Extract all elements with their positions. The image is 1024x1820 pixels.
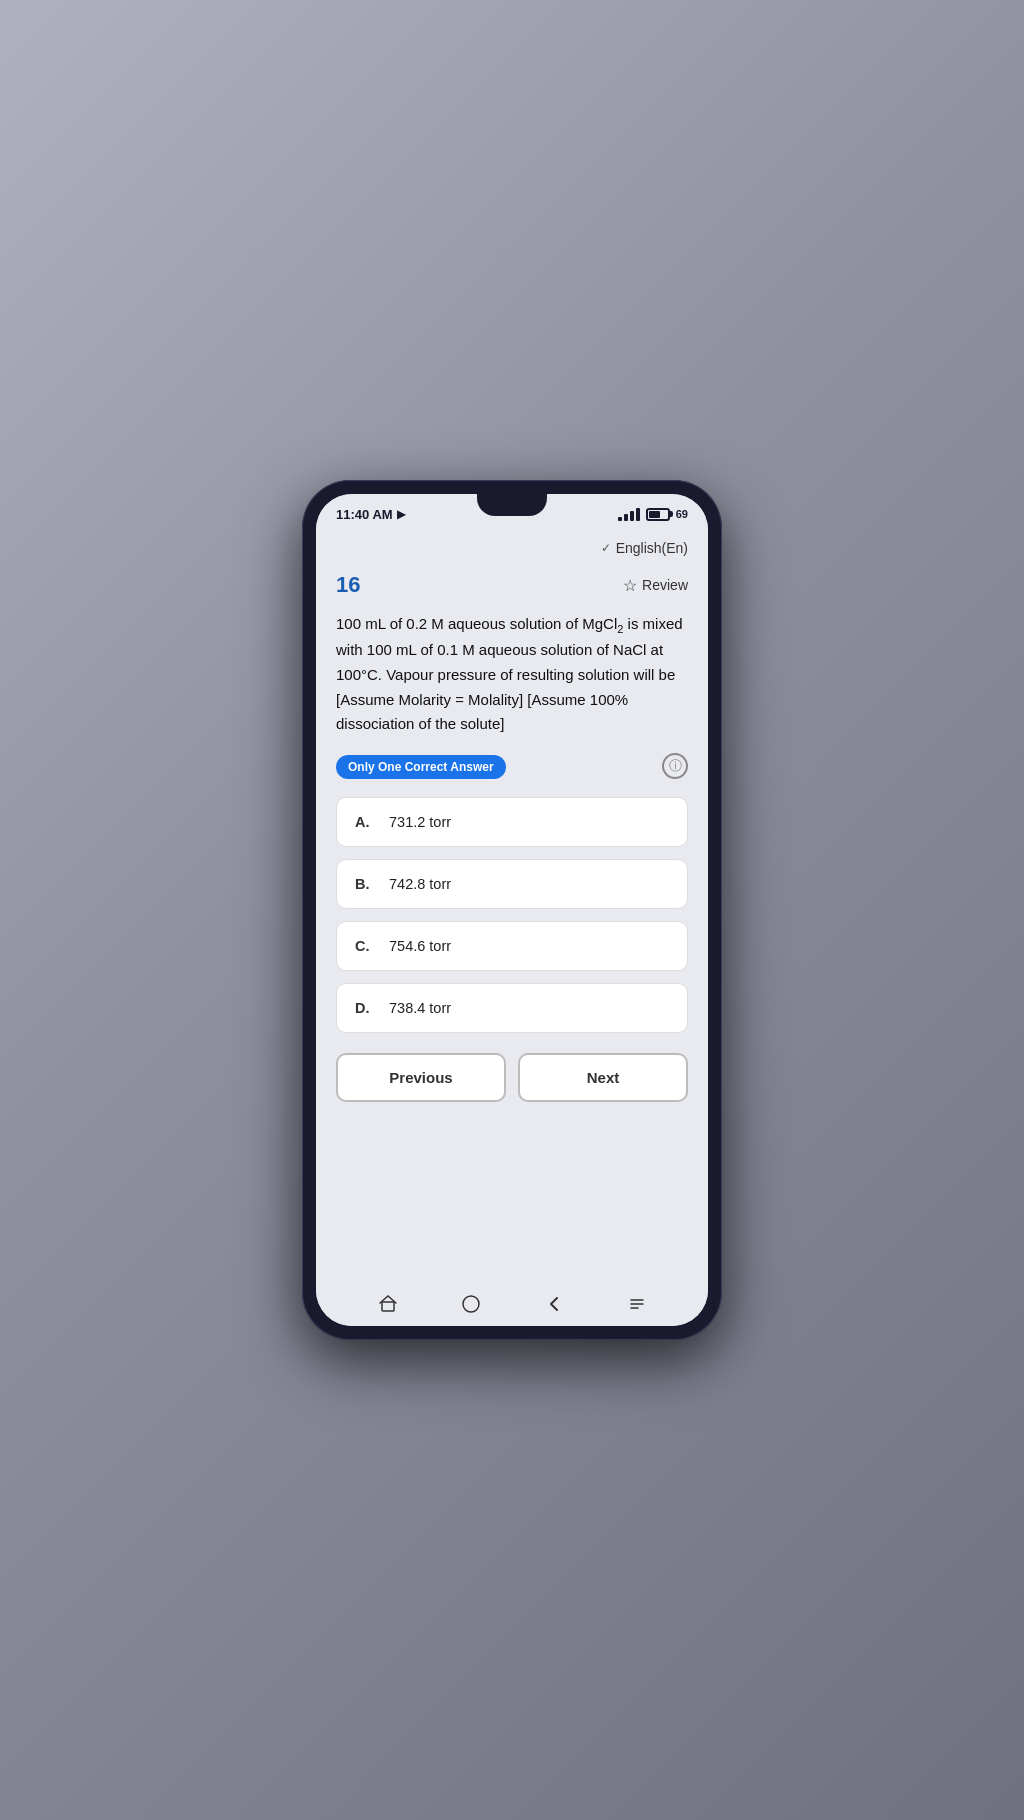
navigation-buttons: Previous Next xyxy=(336,1053,688,1102)
circle-icon[interactable] xyxy=(461,1294,481,1314)
previous-button[interactable]: Previous xyxy=(336,1053,506,1102)
option-a[interactable]: A. 731.2 torr xyxy=(336,797,688,847)
option-b-text: 742.8 torr xyxy=(389,876,451,892)
status-time: 11:40 AM ▶ xyxy=(336,507,405,522)
signal-icon xyxy=(618,508,640,521)
content-area: ✓ English(En) 16 ☆ Review 100 mL of 0.2 … xyxy=(316,530,708,1282)
language-bar: ✓ English(En) xyxy=(336,540,688,556)
option-d-text: 738.4 torr xyxy=(389,1000,451,1016)
checkmark-icon: ✓ xyxy=(601,541,611,555)
question-text: 100 mL of 0.2 M aqueous solution of MgCl… xyxy=(336,612,688,737)
battery-icon xyxy=(646,508,670,521)
review-button[interactable]: ☆ Review xyxy=(623,576,688,595)
question-header: 16 ☆ Review xyxy=(336,572,688,598)
location-icon: ▶ xyxy=(397,508,405,521)
status-right: 69 xyxy=(618,508,688,521)
back-icon[interactable] xyxy=(544,1294,564,1314)
option-d-label: D. xyxy=(355,1000,375,1016)
language-label: English(En) xyxy=(616,540,688,556)
option-b[interactable]: B. 742.8 torr xyxy=(336,859,688,909)
svg-rect-0 xyxy=(382,1302,394,1311)
next-button[interactable]: Next xyxy=(518,1053,688,1102)
language-selector[interactable]: ✓ English(En) xyxy=(601,540,688,556)
review-label: Review xyxy=(642,577,688,593)
option-c[interactable]: C. 754.6 torr xyxy=(336,921,688,971)
time-display: 11:40 AM xyxy=(336,507,393,522)
option-a-label: A. xyxy=(355,814,375,830)
options-container: A. 731.2 torr B. 742.8 torr C. 754.6 tor… xyxy=(336,797,688,1033)
star-icon: ☆ xyxy=(623,576,637,595)
phone-notch xyxy=(477,494,547,516)
info-icon[interactable]: ⓘ xyxy=(662,753,688,779)
svg-point-1 xyxy=(463,1296,479,1312)
menu-icon[interactable] xyxy=(627,1294,647,1314)
answer-type-badge: Only One Correct Answer xyxy=(336,755,506,779)
question-number: 16 xyxy=(336,572,360,598)
bottom-nav-bar xyxy=(316,1282,708,1326)
option-c-text: 754.6 torr xyxy=(389,938,451,954)
answer-type-row: ⓘ Only One Correct Answer xyxy=(336,755,688,797)
battery-level: 69 xyxy=(676,508,688,520)
option-c-label: C. xyxy=(355,938,375,954)
option-b-label: B. xyxy=(355,876,375,892)
phone-device: 11:40 AM ▶ 69 xyxy=(302,480,722,1340)
option-a-text: 731.2 torr xyxy=(389,814,451,830)
option-d[interactable]: D. 738.4 torr xyxy=(336,983,688,1033)
home-icon[interactable] xyxy=(378,1294,398,1314)
